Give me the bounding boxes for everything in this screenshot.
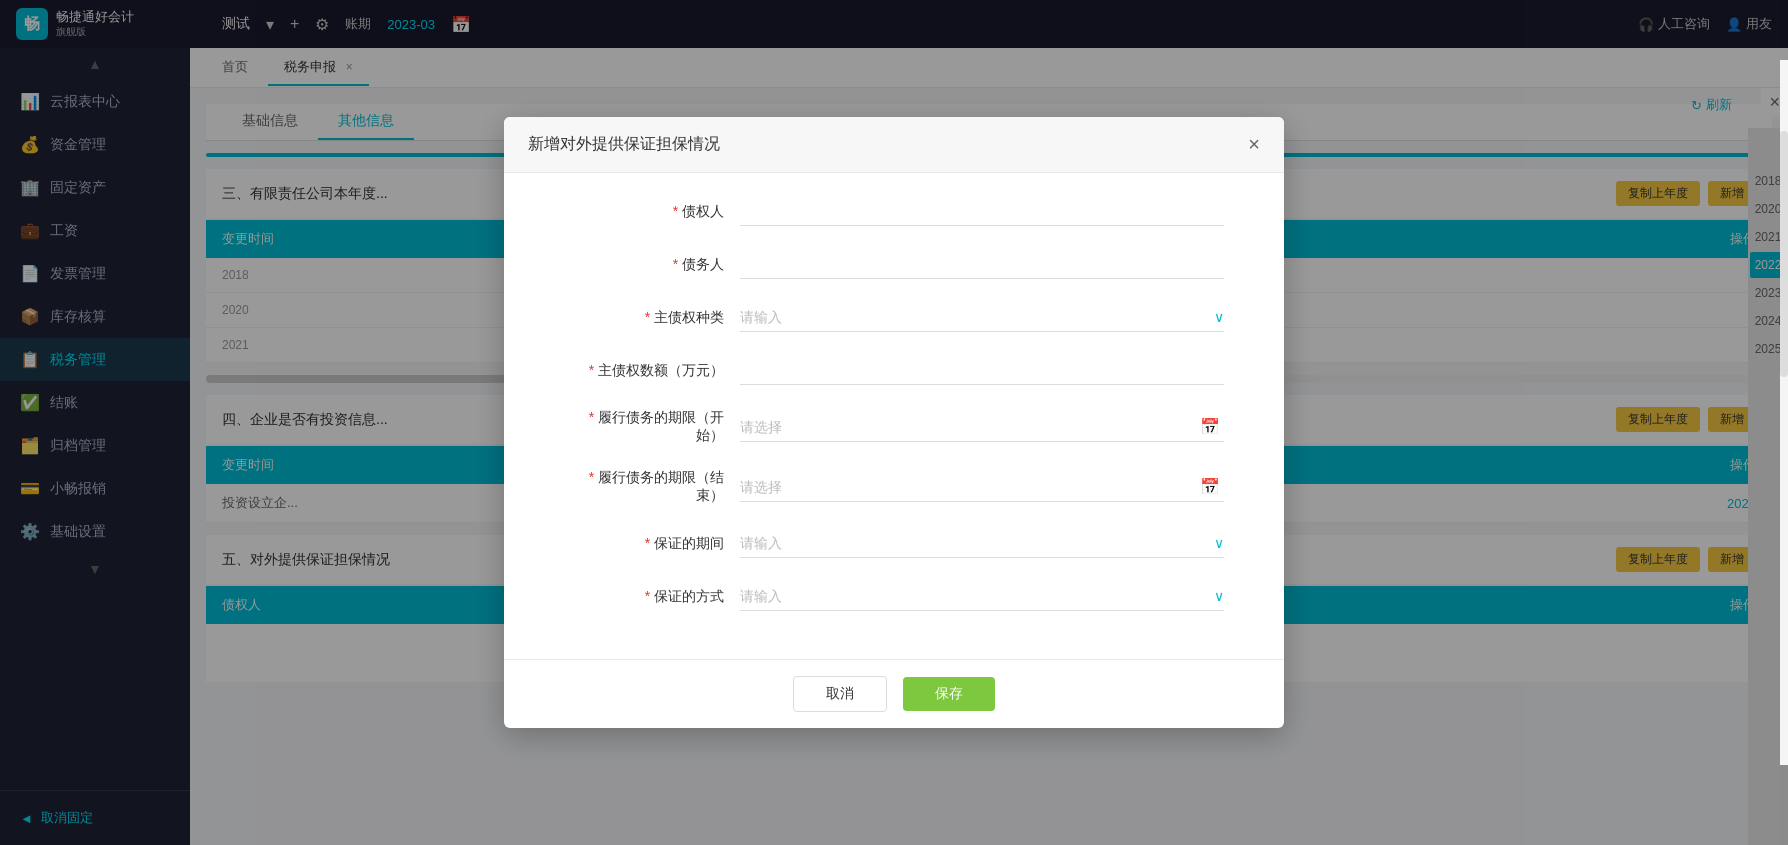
select-claim-type-wrapper: ∨	[740, 303, 1224, 332]
form-row-debtor: * 债务人	[564, 250, 1224, 279]
save-button[interactable]: 保存	[903, 677, 995, 711]
required-mark: *	[645, 535, 650, 551]
dialog-body: * 债权人 * 债务人 * 主债权种类	[504, 173, 1284, 659]
label-period-start: * 履行债务的期限（开始）	[564, 409, 724, 445]
chevron-down-icon[interactable]: ∨	[1214, 535, 1224, 551]
form-row-period-end: * 履行债务的期限（结束） 📅	[564, 469, 1224, 505]
select-guarantee-period[interactable]	[740, 529, 1214, 557]
required-mark: *	[645, 309, 650, 325]
select-guarantee-method[interactable]	[740, 582, 1214, 610]
required-mark: *	[589, 362, 594, 378]
form-row-claim-type: * 主债权种类 ∨	[564, 303, 1224, 332]
label-claim-type: * 主债权种类	[564, 309, 724, 327]
label-period-end: * 履行债务的期限（结束）	[564, 469, 724, 505]
dialog: 新增对外提供保证担保情况 × * 债权人 * 债务人	[504, 117, 1284, 728]
label-guarantee-method: * 保证的方式	[564, 588, 724, 606]
required-mark: *	[645, 588, 650, 604]
required-mark: *	[589, 409, 594, 425]
form-row-period-start: * 履行债务的期限（开始） 📅	[564, 409, 1224, 445]
date-period-end[interactable]	[740, 473, 1196, 501]
date-period-end-wrapper: 📅	[740, 473, 1224, 502]
label-claim-amount: * 主债权数额（万元）	[564, 362, 724, 380]
input-claim-amount[interactable]	[740, 356, 1224, 385]
label-debtor: * 债务人	[564, 256, 724, 274]
form-row-claim-amount: * 主债权数额（万元）	[564, 356, 1224, 385]
form-row-creditor: * 债权人	[564, 197, 1224, 226]
form-row-guarantee-method: * 保证的方式 ∨	[564, 582, 1224, 611]
dialog-header: 新增对外提供保证担保情况 ×	[504, 117, 1284, 173]
select-claim-type[interactable]	[740, 303, 1214, 331]
dialog-close-button[interactable]: ×	[1248, 133, 1260, 156]
required-mark: *	[673, 203, 678, 219]
input-debtor[interactable]	[740, 250, 1224, 279]
date-period-start[interactable]	[740, 413, 1196, 441]
label-creditor: * 债权人	[564, 203, 724, 221]
label-guarantee-period: * 保证的期间	[564, 535, 724, 553]
dialog-title: 新增对外提供保证担保情况	[528, 134, 720, 155]
select-guarantee-period-wrapper: ∨	[740, 529, 1224, 558]
cancel-button[interactable]: 取消	[793, 676, 887, 712]
chevron-down-icon[interactable]: ∨	[1214, 588, 1224, 604]
chevron-down-icon[interactable]: ∨	[1214, 309, 1224, 325]
required-mark: *	[589, 469, 594, 485]
dialog-footer: 取消 保存	[504, 659, 1284, 728]
select-guarantee-method-wrapper: ∨	[740, 582, 1224, 611]
form-row-guarantee-period: * 保证的期间 ∨	[564, 529, 1224, 558]
required-mark: *	[673, 256, 678, 272]
modal-overlay: 新增对外提供保证担保情况 × * 债权人 * 债务人	[0, 0, 1788, 845]
calendar-icon[interactable]: 📅	[1196, 417, 1224, 436]
calendar-icon[interactable]: 📅	[1196, 477, 1224, 496]
input-creditor[interactable]	[740, 197, 1224, 226]
date-period-start-wrapper: 📅	[740, 413, 1224, 442]
